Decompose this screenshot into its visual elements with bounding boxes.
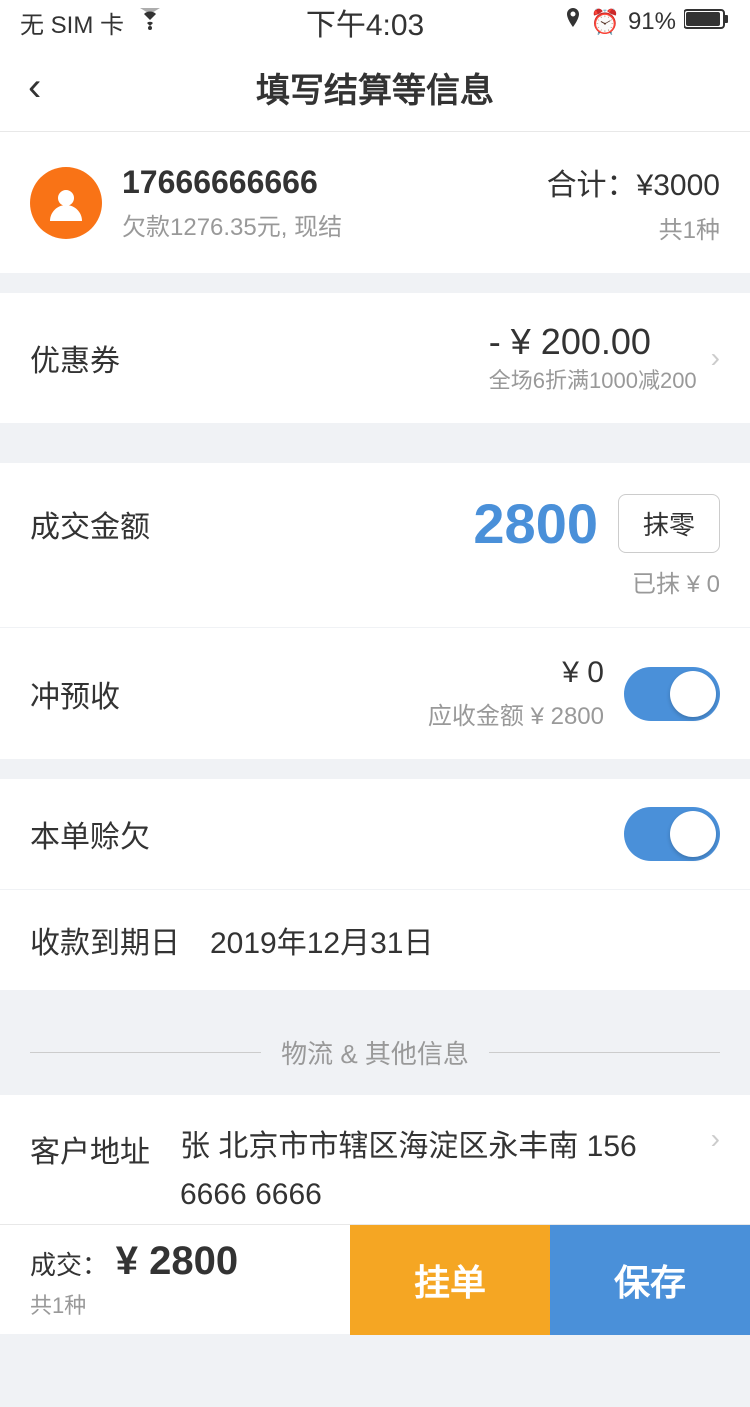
prepaid-label: 冲预收 [30, 672, 120, 716]
back-button[interactable]: ‹ [28, 65, 41, 110]
duedate-row: 收款到期日 2019年12月31日 [0, 889, 750, 990]
content-area: 17666666666 欠款1276.35元, 现结 合计：¥3000 共1种 … [0, 132, 750, 1407]
address-value: 张 北京市市辖区海淀区永丰南 156 6666 6666 [180, 1123, 697, 1219]
avatar [30, 167, 102, 239]
debt-row: 本单赊欠 [0, 779, 750, 889]
amount-value: 2800 [473, 491, 598, 556]
customer-phone: 17666666666 [122, 164, 342, 201]
prepaid-sub: 应收金额 ¥ 2800 [428, 696, 604, 731]
bottom-deal-amount: ¥ 2800 [116, 1239, 238, 1283]
logistics-divider: 物流 & 其他信息 [0, 1010, 750, 1095]
customer-right: 合计：¥3000 共1种 [547, 160, 720, 245]
duedate-label: 收款到期日 [30, 918, 180, 962]
alarm-icon: ⏰ [590, 8, 620, 37]
section-gap-2 [0, 759, 750, 779]
page-title: 填写结算等信息 [256, 63, 494, 112]
customer-row: 17666666666 欠款1276.35元, 现结 合计：¥3000 共1种 [0, 132, 750, 273]
location-icon [564, 8, 582, 37]
wifi-icon [134, 8, 166, 37]
logistics-text: 物流 & 其他信息 [281, 1034, 469, 1071]
order-count: 共1种 [547, 210, 720, 245]
logistics-line-right [489, 1052, 720, 1053]
amount-sub: 已抹 ¥ 0 [30, 564, 720, 599]
status-bar: 无 SIM 卡 下午4:03 ⏰ 91% [0, 0, 750, 44]
bottom-bar: 成交： ¥ 2800 共1种 挂单 保存 [0, 1224, 750, 1334]
customer-debt: 欠款1276.35元, 现结 [122, 207, 342, 242]
prepaid-toggle[interactable] [624, 667, 720, 721]
amount-label: 成交金额 [30, 502, 150, 546]
coupon-right: - ¥ 200.00 全场6折满1000减200 › [489, 321, 720, 395]
customer-left: 17666666666 欠款1276.35元, 现结 [30, 164, 342, 242]
status-right: ⏰ 91% [564, 8, 730, 37]
chevron-right-icon: › [711, 342, 720, 374]
prepaid-right: ¥ 0 应收金额 ¥ 2800 [428, 656, 720, 731]
address-chevron-icon: › [711, 1123, 720, 1155]
coupon-desc: 全场6折满1000减200 [489, 363, 697, 395]
bottom-deal-count: 共1种 [30, 1288, 320, 1320]
prepaid-amount: ¥ 0 [428, 656, 604, 690]
hang-button[interactable]: 挂单 [350, 1225, 550, 1335]
section-gap-1 [0, 443, 750, 463]
order-total: 合计：¥3000 [547, 160, 720, 204]
coupon-label: 优惠券 [30, 336, 120, 380]
debt-label: 本单赊欠 [30, 812, 150, 856]
duedate-value: 2019年12月31日 [210, 918, 433, 962]
round-button[interactable]: 抹零 [618, 494, 720, 553]
save-button[interactable]: 保存 [550, 1225, 750, 1335]
status-left: 无 SIM 卡 [20, 5, 166, 40]
nav-bar: ‹ 填写结算等信息 [0, 44, 750, 132]
customer-info: 17666666666 欠款1276.35元, 现结 [122, 164, 342, 242]
prepaid-row: 冲预收 ¥ 0 应收金额 ¥ 2800 [0, 628, 750, 759]
status-time: 下午4:03 [306, 0, 424, 44]
amount-section: 成交金额 2800 抹零 已抹 ¥ 0 [0, 463, 750, 627]
bottom-deal-row: 成交： ¥ 2800 [30, 1239, 320, 1284]
bottom-deal-label: 成交： [30, 1250, 108, 1280]
coupon-row[interactable]: 优惠券 - ¥ 200.00 全场6折满1000减200 › [0, 293, 750, 423]
battery-text: 91% [628, 8, 676, 36]
address-label: 客户地址 [30, 1127, 150, 1171]
customer-card: 17666666666 欠款1276.35元, 现结 合计：¥3000 共1种 [0, 132, 750, 273]
logistics-line-left [30, 1052, 261, 1053]
amount-row: 成交金额 2800 抹零 [30, 491, 720, 556]
debt-toggle[interactable] [624, 807, 720, 861]
no-sim-text: 无 SIM 卡 [20, 5, 124, 40]
bottom-summary: 成交： ¥ 2800 共1种 [0, 1239, 350, 1320]
prepaid-values: ¥ 0 应收金额 ¥ 2800 [428, 656, 604, 731]
amount-right: 2800 抹零 [473, 491, 720, 556]
coupon-amount: - ¥ 200.00 [489, 321, 697, 363]
battery-icon [684, 8, 730, 37]
